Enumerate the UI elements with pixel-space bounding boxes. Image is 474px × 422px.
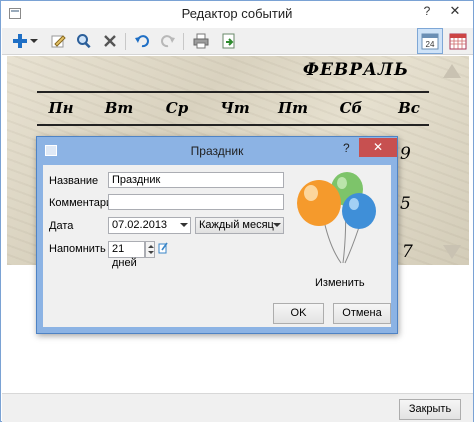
toolbar-separator bbox=[125, 33, 126, 50]
divider bbox=[37, 124, 429, 126]
cancel-button[interactable]: Отмена bbox=[333, 303, 391, 324]
repeat-value: Каждый месяц bbox=[199, 219, 274, 231]
remind-days-stepper[interactable] bbox=[145, 241, 155, 258]
name-label: Название bbox=[49, 175, 99, 187]
dialog-help-button[interactable]: ? bbox=[343, 141, 350, 155]
print-icon[interactable] bbox=[190, 31, 212, 51]
month-view-icon bbox=[449, 33, 467, 50]
reminder-edit-icon[interactable] bbox=[158, 242, 168, 257]
export-icon[interactable] bbox=[218, 31, 240, 51]
help-button[interactable]: ? bbox=[413, 1, 441, 23]
dialog-body: Название Праздник Комментарий Дата 07.02… bbox=[43, 165, 391, 327]
holiday-dialog: Праздник ? ✕ Название Праздник Комментар… bbox=[36, 136, 398, 334]
dialog-close-button[interactable]: ✕ bbox=[359, 138, 397, 157]
dialog-title-bar: Праздник ? ✕ bbox=[37, 137, 397, 165]
title-bar: Редактор событий ? ✕ bbox=[1, 1, 473, 27]
comment-field[interactable] bbox=[108, 194, 284, 210]
weekday-label: Пн bbox=[48, 99, 74, 117]
weekday-header: Пн Вт Ср Чт Пт Сб Вс bbox=[35, 99, 435, 117]
day-view-icon: 24 bbox=[421, 33, 439, 50]
weekday-label: Пт bbox=[277, 99, 309, 117]
next-month-arrow-icon[interactable] bbox=[443, 245, 461, 259]
date-label: Дата bbox=[49, 220, 74, 232]
balloons-image[interactable] bbox=[289, 171, 381, 271]
close-button[interactable]: Закрыть bbox=[399, 399, 461, 420]
window-title: Редактор событий bbox=[181, 6, 293, 21]
delete-icon[interactable] bbox=[99, 31, 121, 51]
previous-month-arrow-icon[interactable] bbox=[443, 64, 461, 78]
stepper-up-icon bbox=[148, 245, 154, 248]
toolbar: 24 bbox=[2, 28, 473, 55]
repeat-select[interactable]: Каждый месяц bbox=[195, 217, 284, 234]
day-view-button[interactable]: 24 bbox=[417, 28, 443, 54]
name-field[interactable]: Праздник bbox=[108, 172, 284, 188]
ok-button[interactable]: OK bbox=[273, 303, 324, 324]
chevron-down-icon bbox=[180, 223, 188, 227]
edit-icon[interactable] bbox=[47, 31, 69, 51]
bottom-bar: Закрыть bbox=[2, 393, 473, 422]
svg-text:24: 24 bbox=[426, 40, 435, 49]
date-value: 07.02.2013 bbox=[112, 219, 168, 231]
weekday-label: Ср bbox=[165, 99, 189, 117]
divider bbox=[37, 91, 429, 93]
day-number[interactable]: 9 bbox=[400, 144, 411, 164]
month-view-button[interactable] bbox=[445, 28, 471, 54]
day-number[interactable]: 7 bbox=[402, 242, 413, 262]
add-dropdown-arrow-icon[interactable] bbox=[28, 31, 40, 51]
date-picker[interactable]: 07.02.2013 bbox=[108, 217, 191, 234]
day-number[interactable]: 5 bbox=[400, 194, 411, 214]
redo-icon[interactable] bbox=[157, 31, 179, 51]
weekday-label: Вс bbox=[398, 99, 420, 117]
toolbar-separator bbox=[183, 33, 184, 50]
chevron-down-icon bbox=[273, 223, 281, 227]
close-window-button[interactable]: ✕ bbox=[441, 1, 469, 23]
month-title: ФЕВРАЛЬ bbox=[302, 60, 409, 80]
remind-days-field[interactable]: 21 дней bbox=[108, 241, 145, 269]
change-link[interactable]: Изменить bbox=[315, 277, 365, 289]
weekday-label: Чт bbox=[220, 99, 250, 117]
weekday-label: Сб bbox=[339, 99, 363, 117]
weekday-label: Вт bbox=[104, 99, 134, 117]
stepper-down-icon bbox=[148, 251, 154, 254]
find-icon[interactable] bbox=[73, 31, 95, 51]
undo-icon[interactable] bbox=[131, 31, 153, 51]
